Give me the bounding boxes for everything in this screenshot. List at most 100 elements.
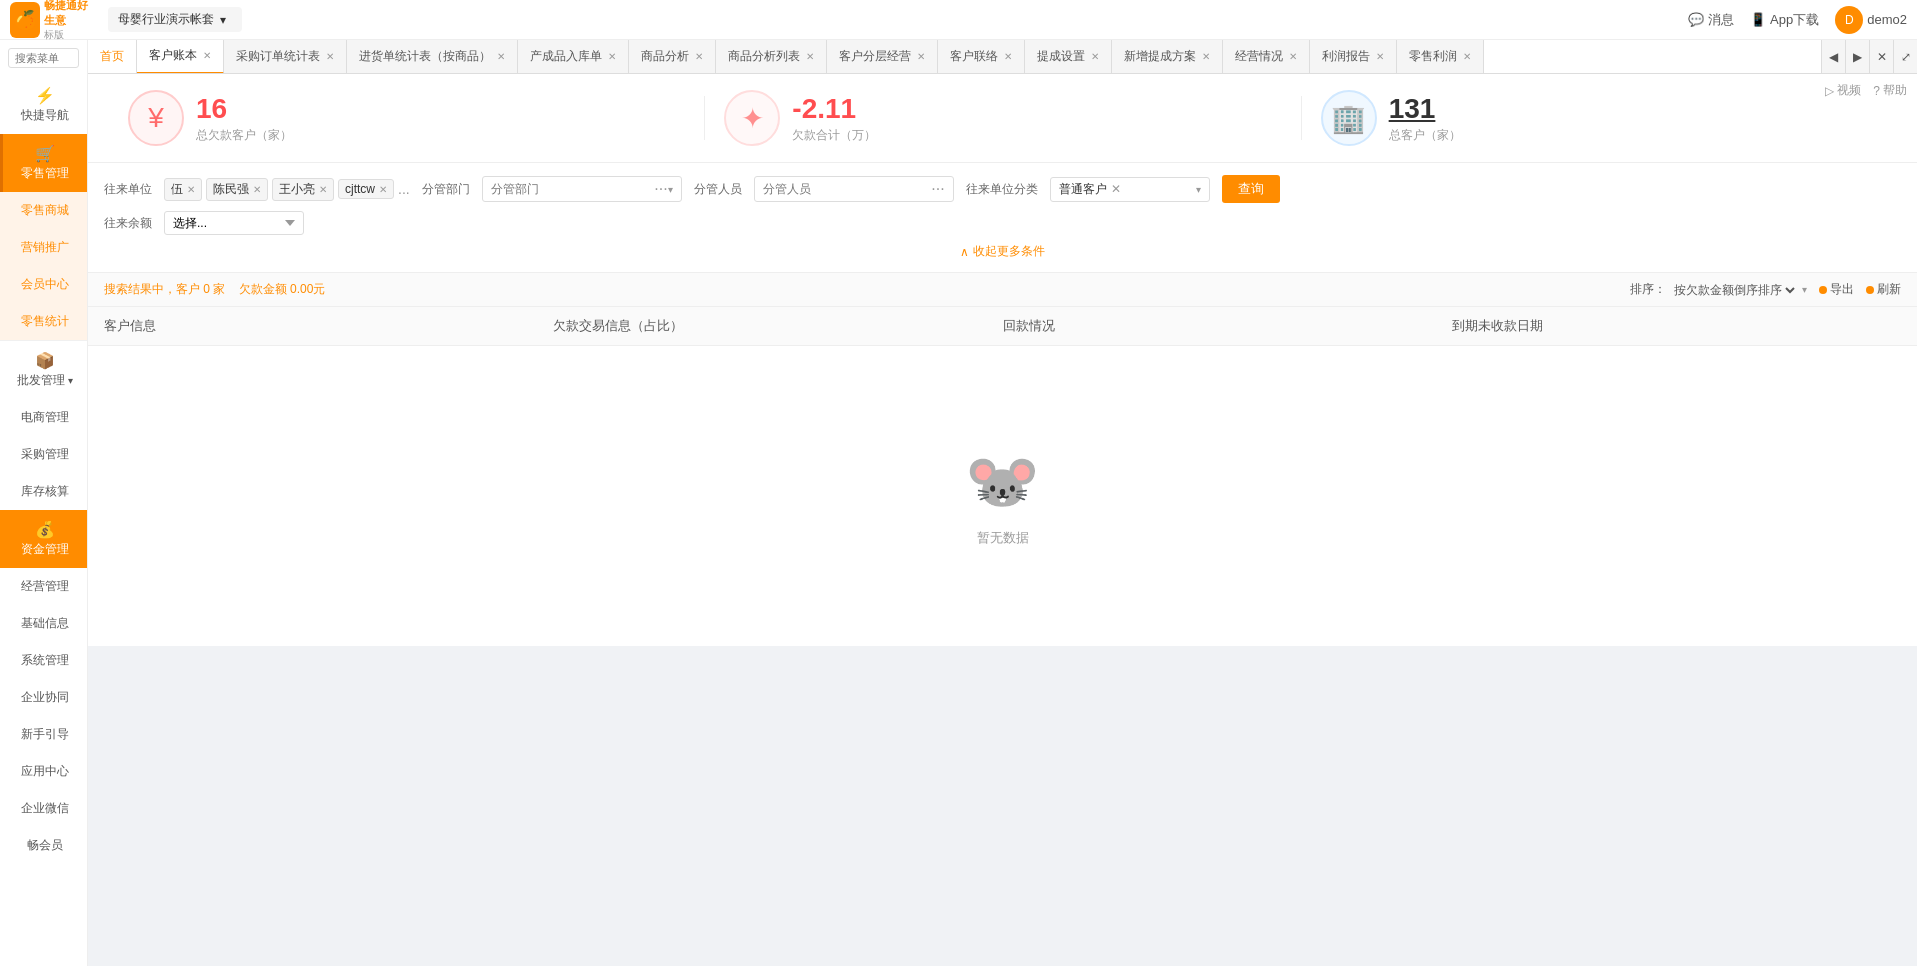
user-menu[interactable]: D demo2 — [1835, 6, 1907, 34]
stat-value-overdue: 16 — [196, 92, 684, 126]
tab-cost[interactable]: 产成品入库单 ✕ — [518, 40, 629, 74]
export-button[interactable]: 导出 — [1819, 281, 1854, 298]
sort-select[interactable]: 按欠款金额倒序排序 — [1670, 282, 1798, 298]
store-selector[interactable]: 母婴行业演示帐套 ▾ — [108, 7, 242, 32]
sidebar-item-newcomer[interactable]: 新手引导 — [0, 716, 87, 753]
sidebar-item-batch-mgmt[interactable]: 📦 批发管理 ▾ — [0, 341, 87, 399]
main-area: ⚡ 快捷导航 🛒 零售管理 零售商城 营销推广 会员中心 零售统计 📦 — [0, 40, 1917, 966]
tab-close-product[interactable]: ✕ — [695, 51, 703, 62]
person-more-icon[interactable]: ··· — [931, 180, 944, 198]
dept-chevron-icon: ▾ — [668, 184, 673, 195]
tabs-prev-button[interactable]: ◀ — [1821, 40, 1845, 74]
app-container: 🍊 畅捷通好生意 标版 母婴行业演示帐套 ▾ 💬 消息 📱 App下载 D de… — [0, 0, 1917, 966]
sidebar-item-ecommerce[interactable]: 电商管理 — [0, 399, 87, 436]
more-tags-button[interactable]: ... — [398, 181, 410, 197]
sidebar-item-basics[interactable]: 基础信息 — [0, 605, 87, 642]
category-input-wrap: 普通客户 ✕ ▾ — [1050, 177, 1210, 202]
sidebar-search-area — [0, 40, 87, 76]
tab-customer-tier[interactable]: 客户分层经营 ✕ — [827, 40, 938, 74]
tabs-next-button[interactable]: ▶ — [1845, 40, 1869, 74]
sidebar-item-app-center[interactable]: 应用中心 — [0, 753, 87, 790]
tabs-bar: 首页 客户账本 ✕ 采购订单统计表 ✕ 进货单统计表（按商品） ✕ 产成品入库单… — [88, 40, 1917, 74]
stat-label-total: 总客户（家） — [1389, 127, 1877, 144]
remove-tag-wu[interactable]: ✕ — [187, 184, 195, 195]
help-icon: ? — [1873, 84, 1880, 98]
sidebar-item-retail-mall[interactable]: 零售商城 — [0, 192, 87, 229]
refresh-dot — [1866, 286, 1874, 294]
avatar: D — [1835, 6, 1863, 34]
message-button[interactable]: 💬 消息 — [1688, 11, 1734, 29]
sort-select-wrap: 排序： 按欠款金额倒序排序 ▾ — [1630, 281, 1807, 298]
stats-row: ¥ 16 总欠款客户（家） ✦ -2.11 欠款合计（万） — [88, 74, 1917, 163]
remove-category-tag[interactable]: ✕ — [1111, 182, 1121, 196]
tab-close-retail[interactable]: ✕ — [1463, 51, 1471, 62]
query-button[interactable]: 查询 — [1222, 175, 1280, 203]
sidebar-item-vip[interactable]: 畅会员 — [0, 827, 87, 864]
message-icon: 💬 — [1688, 12, 1704, 27]
tab-close-business[interactable]: ✕ — [1289, 51, 1297, 62]
tab-close-customers[interactable]: ✕ — [203, 50, 211, 61]
dept-input[interactable] — [491, 182, 655, 196]
tabs-fullscreen-button[interactable]: ⤢ — [1893, 40, 1917, 74]
remove-tag-chen[interactable]: ✕ — [253, 184, 261, 195]
remove-tag-cjttcw[interactable]: ✕ — [379, 184, 387, 195]
tabs-nav-buttons: ◀ ▶ ✕ ⤢ — [1821, 40, 1917, 74]
table-header: 客户信息 欠款交易信息（占比） 回款情况 到期未收款日期 — [88, 307, 1917, 346]
sidebar-item-operations[interactable]: 经营管理 — [0, 568, 87, 605]
sidebar-item-purchase[interactable]: 采购管理 — [0, 436, 87, 473]
logo-icon: 🍊 — [10, 2, 40, 38]
tab-close-new-promo[interactable]: ✕ — [1202, 51, 1210, 62]
stat-info-total: 131 总客户（家） — [1389, 92, 1877, 145]
result-bar: 搜索结果中，客户 0 家 欠款金额 0.00元 排序： 按欠款金额倒序排序 — [88, 273, 1917, 307]
tab-product-analysis[interactable]: 商品分析 ✕ — [629, 40, 716, 74]
chevron-down-icon: ▾ — [220, 13, 226, 27]
app-download-button[interactable]: 📱 App下载 — [1750, 11, 1819, 29]
tab-retail-profit[interactable]: 零售利润 ✕ — [1397, 40, 1484, 74]
tab-promotion[interactable]: 提成设置 ✕ — [1025, 40, 1112, 74]
sidebar-item-enterprise-wechat[interactable]: 企业微信 — [0, 790, 87, 827]
tab-home[interactable]: 首页 — [88, 40, 137, 74]
tab-customers[interactable]: 客户账本 ✕ — [137, 40, 224, 74]
sidebar-item-finance[interactable]: 💰 资金管理 — [0, 510, 87, 568]
stat-help-buttons: ▷ 视频 ? 帮助 — [1825, 82, 1907, 99]
tab-business[interactable]: 经营情况 ✕ — [1223, 40, 1310, 74]
tab-new-promotion[interactable]: 新增提成方案 ✕ — [1112, 40, 1223, 74]
sidebar-item-enterprise[interactable]: 企业协同 — [0, 679, 87, 716]
sidebar-item-retail-stats[interactable]: 零售统计 — [0, 303, 87, 340]
quick-nav-icon: ⚡ — [7, 86, 83, 105]
tab-contact[interactable]: 客户联络 ✕ — [938, 40, 1025, 74]
tab-close-purchase[interactable]: ✕ — [326, 51, 334, 62]
filter-tag-wu: 伍 ✕ — [164, 178, 202, 201]
dept-more-icon[interactable]: ··· — [654, 180, 667, 198]
video-help-button[interactable]: ▷ 视频 — [1825, 82, 1861, 99]
sidebar-item-marketing[interactable]: 营销推广 — [0, 229, 87, 266]
col-due-date: 到期未收款日期 — [1452, 317, 1901, 335]
sidebar-item-retail-mgmt[interactable]: 🛒 零售管理 — [0, 134, 87, 192]
tab-close-promotion[interactable]: ✕ — [1091, 51, 1099, 62]
remove-tag-wang[interactable]: ✕ — [319, 184, 327, 195]
sidebar-item-inventory[interactable]: 库存核算 — [0, 473, 87, 510]
balance-select[interactable]: 选择... — [164, 211, 304, 235]
sidebar-search-input[interactable] — [8, 48, 79, 68]
sidebar-item-member[interactable]: 会员中心 — [0, 266, 87, 303]
col-overdue-info: 欠款交易信息（占比） — [553, 317, 1002, 335]
sidebar-item-quick-nav[interactable]: ⚡ 快捷导航 — [0, 76, 87, 134]
tab-incoming[interactable]: 进货单统计表（按商品） ✕ — [347, 40, 518, 74]
tab-purchase-orders[interactable]: 采购订单统计表 ✕ — [224, 40, 347, 74]
person-input[interactable] — [763, 182, 932, 196]
tab-close-incoming[interactable]: ✕ — [497, 51, 505, 62]
tab-close-cost[interactable]: ✕ — [608, 51, 616, 62]
tab-close-product-list[interactable]: ✕ — [806, 51, 814, 62]
tab-close-tier[interactable]: ✕ — [917, 51, 925, 62]
sidebar-item-system[interactable]: 系统管理 — [0, 642, 87, 679]
refresh-button[interactable]: 刷新 — [1866, 281, 1901, 298]
tab-profit[interactable]: 利润报告 ✕ — [1310, 40, 1397, 74]
filter-row-2: 往来余额 选择... — [104, 211, 1901, 235]
tabs-close-all-button[interactable]: ✕ — [1869, 40, 1893, 74]
tab-product-list[interactable]: 商品分析列表 ✕ — [716, 40, 827, 74]
tab-close-profit[interactable]: ✕ — [1376, 51, 1384, 62]
collapse-filter-button[interactable]: ∧ 收起更多条件 — [104, 243, 1901, 260]
stat-overdue-customers: ¥ 16 总欠款客户（家） — [108, 90, 704, 146]
tab-close-contact[interactable]: ✕ — [1004, 51, 1012, 62]
help-button[interactable]: ? 帮助 — [1873, 82, 1907, 99]
